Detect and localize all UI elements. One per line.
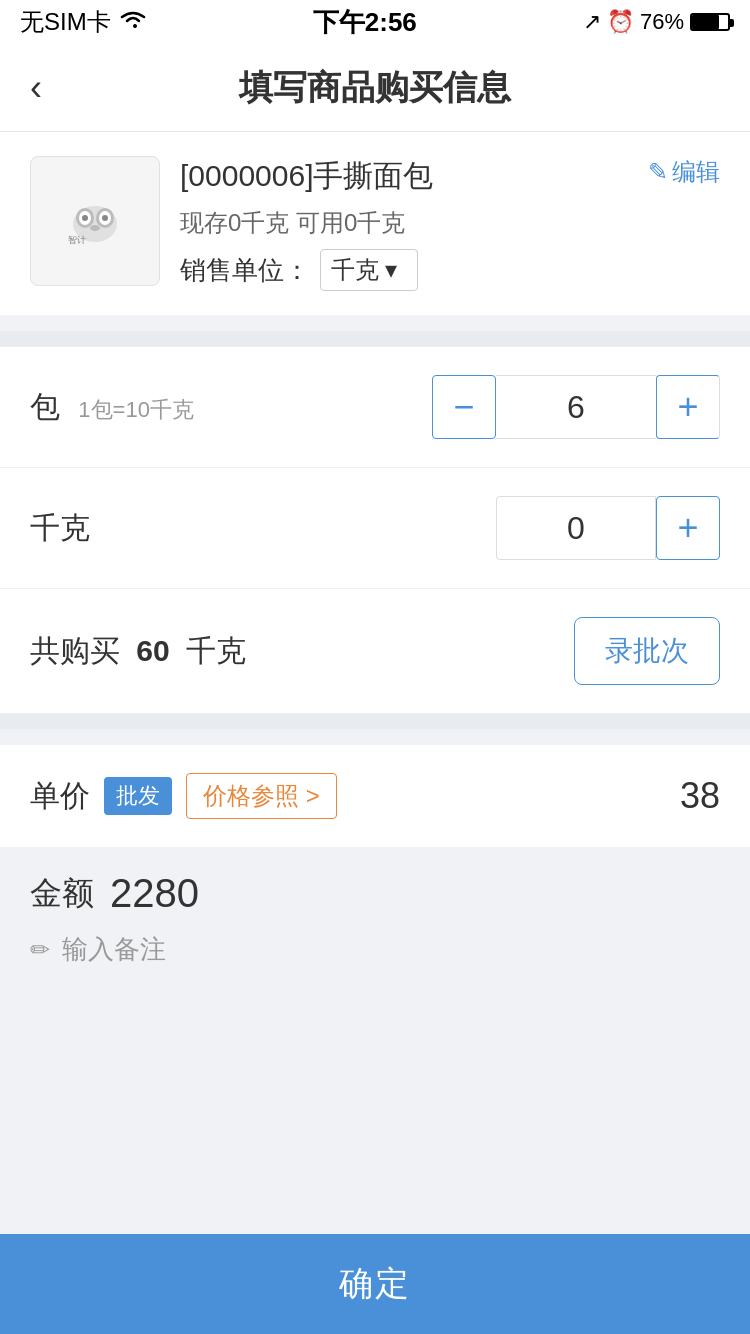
product-image: 智计 [30,156,160,286]
price-section: 单价 批发 价格参照 > 38 [0,745,750,847]
bao-row: 包 1包=10千克 − + [0,347,750,468]
location-icon: ↗ [583,9,601,35]
edit-icon: ✎ [648,158,668,186]
wifi-icon [119,8,147,36]
alarm-icon: ⏰ [607,9,634,35]
amount-label: 金额 [30,872,94,916]
input-section: 包 1包=10千克 − + 千克 + [0,347,750,589]
status-bar: 无SIM卡 下午2:56 ↗ ⏰ 76% [0,0,750,44]
unit-value: 千克 [331,254,379,286]
kg-plus-button[interactable]: + [656,496,720,560]
status-time: 下午2:56 [313,5,417,40]
bao-label: 包 1包=10千克 [30,387,432,428]
total-text: 共购买 60 千克 [30,631,574,672]
amount-value: 2280 [110,871,199,916]
bao-qty-control: − + [432,375,720,439]
price-ref-button[interactable]: 价格参照 > [186,773,337,819]
page-title: 填写商品购买信息 [239,65,511,111]
bao-qty-input[interactable] [496,375,656,439]
svg-point-6 [102,215,108,221]
kg-label: 千克 [30,508,496,549]
unit-select[interactable]: 千克 ▾ [320,249,418,291]
product-card: 智计 [0000006]手撕面包 ✎ 编辑 现存0千克 可用0千克 销售单位： … [0,132,750,315]
battery-percent: 76% [640,9,684,35]
bao-minus-button[interactable]: − [432,375,496,439]
kg-qty-input[interactable] [496,496,656,560]
edit-label: 编辑 [672,156,720,188]
product-unit: 销售单位： 千克 ▾ [180,249,720,291]
carrier-text: 无SIM卡 [20,6,111,38]
kg-qty-control: + [496,496,720,560]
bao-plus-button[interactable]: + [656,375,720,439]
amount-section: 金额 2280 ✏ 输入备注 [0,847,750,995]
product-name: [0000006]手撕面包 [180,156,433,197]
total-row: 共购买 60 千克 录批次 [0,589,750,713]
section-separator-1 [0,331,750,347]
total-amount: 60 [136,634,169,667]
unit-arrow-icon: ▾ [385,256,397,284]
record-batch-button[interactable]: 录批次 [574,617,720,685]
unit-label: 销售单位： [180,253,310,288]
price-row: 单价 批发 价格参照 > 38 [30,773,720,819]
kg-row: 千克 + [0,468,750,589]
product-stock: 现存0千克 可用0千克 [180,207,720,239]
product-info: [0000006]手撕面包 ✎ 编辑 现存0千克 可用0千克 销售单位： 千克 … [180,156,720,291]
status-right: ↗ ⏰ 76% [583,9,730,35]
amount-row: 金额 2280 [30,871,720,916]
back-button[interactable]: ‹ [30,67,42,109]
bao-sub: 1包=10千克 [78,397,194,422]
section-separator-2 [0,713,750,729]
svg-point-5 [82,215,88,221]
remark-row[interactable]: ✏ 输入备注 [30,932,720,967]
battery-icon [690,13,730,31]
edit-button[interactable]: ✎ 编辑 [648,156,720,188]
nav-bar: ‹ 填写商品购买信息 [0,44,750,132]
status-left: 无SIM卡 [20,6,147,38]
product-thumbnail: 智计 [60,196,130,246]
price-value: 38 [680,775,720,817]
confirm-button[interactable]: 确定 [0,1234,750,1334]
price-type-tag: 批发 [104,777,172,815]
remark-label: 输入备注 [62,932,166,967]
svg-text:智计: 智计 [68,235,86,245]
price-label: 单价 [30,776,90,817]
svg-point-7 [90,225,100,231]
pencil-icon: ✏ [30,936,50,964]
